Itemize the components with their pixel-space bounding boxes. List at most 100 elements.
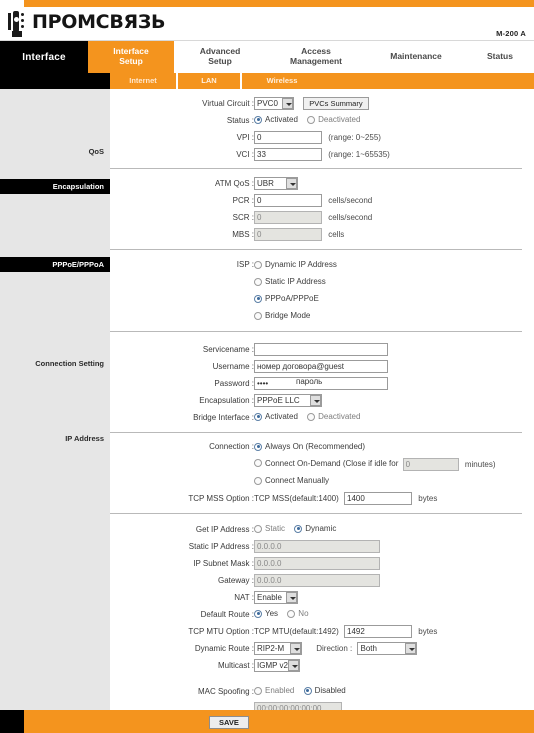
radio-dot-icon: [287, 609, 296, 618]
multicast-select[interactable]: IGMP v2: [254, 659, 300, 672]
isp-bridge-mode-radio[interactable]: Bridge Mode: [254, 311, 310, 320]
tcp-mss-prefix: TCP MSS(default:1400): [254, 494, 339, 503]
encapsulation-label: Encapsulation :: [199, 396, 254, 405]
sub-nav-spacer: [0, 73, 110, 89]
direction-select[interactable]: Both: [357, 642, 418, 655]
radio-dot-icon: [307, 115, 316, 124]
vci-input[interactable]: [254, 148, 322, 161]
tcp-mtu-label: TCP MTU Option :: [188, 627, 254, 636]
footer-black-block: [0, 710, 24, 733]
atm-qos-select-wrap[interactable]: UBR: [254, 177, 298, 190]
row-isp-pppoa: PPPoA/PPPoE: [168, 291, 344, 308]
row-encapsulation: Encapsulation : PPPoE LLC: [168, 392, 388, 409]
multicast-select-wrap[interactable]: IGMP v2: [254, 659, 300, 672]
get-ip-label: Get IP Address :: [195, 525, 254, 534]
default-route-no-radio[interactable]: No: [287, 609, 309, 618]
tab-maintenance[interactable]: Maintenance: [366, 41, 466, 73]
status-deactivated-radio[interactable]: Deactivated: [307, 115, 360, 124]
tab-interface-setup-line2: Setup: [119, 56, 143, 66]
virtual-circuit-select[interactable]: PVC0: [254, 97, 294, 110]
subnet-label: IP Subnet Mask :: [193, 559, 254, 568]
scr-unit: cells/second: [328, 213, 373, 222]
encapsulation-select-wrap[interactable]: PPPoE LLC: [254, 394, 322, 407]
scr-label: SCR :: [232, 213, 254, 222]
section-label-sidebar: QoS Encapsulation PPPoE/PPPoA Connection…: [0, 89, 110, 710]
virtual-circuit-label: Virtual Circuit :: [202, 99, 254, 108]
get-ip-dynamic-label: Dynamic: [305, 524, 337, 534]
mac-spoofing-disabled-radio[interactable]: Disabled: [303, 686, 346, 695]
get-ip-static-label: Static: [265, 524, 286, 534]
subnet-mask-input: [254, 557, 380, 570]
radio-dot-icon: [254, 686, 262, 695]
pvcs-summary-button[interactable]: PVCs Summary: [303, 97, 369, 110]
default-route-yes-radio[interactable]: Yes: [254, 609, 278, 618]
tab-status[interactable]: Status: [466, 41, 534, 73]
row-servicename: Servicename :: [168, 341, 388, 358]
tab-interface-setup-line1: Interface: [113, 46, 149, 57]
servicename-input[interactable]: [254, 343, 388, 356]
connection-always-on-radio[interactable]: Always On (Recommended): [254, 442, 365, 451]
pcr-input[interactable]: [254, 194, 322, 207]
static-ip-label: Static IP Address :: [188, 542, 254, 551]
isp-dynamic-ip-radio[interactable]: Dynamic IP Address: [254, 260, 337, 269]
bridge-activated-radio[interactable]: Activated: [254, 412, 298, 421]
dynamic-route-select[interactable]: RIP2-M: [254, 642, 302, 655]
radio-dot-icon: [254, 609, 262, 618]
status-activated-radio[interactable]: Activated: [254, 115, 298, 124]
atm-qos-select[interactable]: UBR: [254, 177, 298, 190]
connection-manually-label: Connect Manually: [265, 476, 330, 486]
mac-spoofing-enabled-radio[interactable]: Enabled: [254, 686, 294, 695]
row-static-ip: Static IP Address :: [150, 538, 437, 555]
username-input[interactable]: [254, 360, 388, 373]
dynamic-route-select-wrap[interactable]: RIP2-M: [254, 642, 302, 655]
row-connection-on-demand: Connect On-Demand (Close if idle for min…: [150, 456, 496, 473]
tab-advanced-setup[interactable]: Advanced Setup: [174, 41, 266, 73]
tab-advanced-setup-line2: Setup: [208, 56, 232, 66]
nat-select[interactable]: Enable: [254, 591, 298, 604]
subtab-internet[interactable]: Internet: [110, 73, 176, 89]
username-label: Username :: [212, 362, 254, 371]
mac-spoofing-label: MAC Spoofing :: [197, 687, 254, 696]
mac-spoofing-enabled-label: Enabled: [265, 686, 295, 696]
router-admin-page: ПРОМСВЯЗЬ M-200 A Interface Interface Se…: [0, 0, 534, 733]
direction-select-wrap[interactable]: Both: [357, 642, 418, 655]
subtab-wireless[interactable]: Wireless: [242, 73, 322, 89]
tcp-mss-input[interactable]: [344, 492, 413, 505]
connection-manually-radio[interactable]: Connect Manually: [254, 476, 329, 485]
row-bridge-interface: Bridge Interface : Activated Deactivated: [168, 409, 388, 426]
footer-orange-block: SAVE: [24, 710, 534, 733]
qos-table: ATM QoS : UBR PCR : cells/s: [168, 175, 372, 243]
brand-header: ПРОМСВЯЗЬ M-200 A: [0, 7, 534, 41]
connection-on-demand-radio[interactable]: Connect On-Demand (Close if idle for: [254, 459, 398, 468]
row-multicast: Multicast : IGMP v2: [150, 657, 437, 674]
subtab-lan[interactable]: LAN: [178, 73, 240, 89]
tcp-mtu-input[interactable]: [344, 625, 413, 638]
tab-interface-setup[interactable]: Interface Setup: [88, 41, 174, 73]
row-isp-dynamic: ISP : Dynamic IP Address: [168, 257, 344, 274]
row-nat: NAT : Enable: [150, 589, 437, 606]
row-atm-qos: ATM QoS : UBR: [168, 175, 372, 192]
connection-label: Connection :: [209, 442, 254, 451]
password-label: Password :: [214, 379, 254, 388]
atm-vc-table: Virtual Circuit : PVC0 PVCs Summary Stat…: [168, 95, 390, 163]
encapsulation-select[interactable]: PPPoE LLC: [254, 394, 322, 407]
brand-logo: ПРОМСВЯЗЬ: [8, 11, 166, 37]
row-tcp-mtu: TCP MTU Option : TCP MTU(default:1492) b…: [150, 623, 437, 640]
bridge-deactivated-radio[interactable]: Deactivated: [307, 412, 360, 421]
tcp-mtu-prefix: TCP MTU(default:1492): [254, 627, 339, 636]
password-hint: пароль: [296, 377, 323, 386]
vpi-input[interactable]: [254, 131, 322, 144]
save-button[interactable]: SAVE: [209, 716, 249, 729]
nat-select-wrap[interactable]: Enable: [254, 591, 298, 604]
tcp-mss-label: TCP MSS Option :: [188, 494, 254, 503]
isp-static-ip-radio[interactable]: Static IP Address: [254, 277, 326, 286]
tab-access-management[interactable]: Access Management: [266, 41, 366, 73]
row-pcr: PCR : cells/second: [168, 192, 372, 209]
get-ip-static-radio[interactable]: Static: [254, 524, 285, 533]
get-ip-dynamic-radio[interactable]: Dynamic: [294, 524, 336, 533]
row-virtual-circuit: Virtual Circuit : PVC0 PVCs Summary: [168, 95, 390, 112]
isp-pppoa-pppoe-radio[interactable]: PPPoA/PPPoE: [254, 294, 319, 303]
radio-dot-icon: [254, 115, 262, 124]
bridge-interface-label: Bridge Interface :: [193, 413, 254, 422]
virtual-circuit-select-wrap[interactable]: PVC0: [254, 97, 294, 110]
